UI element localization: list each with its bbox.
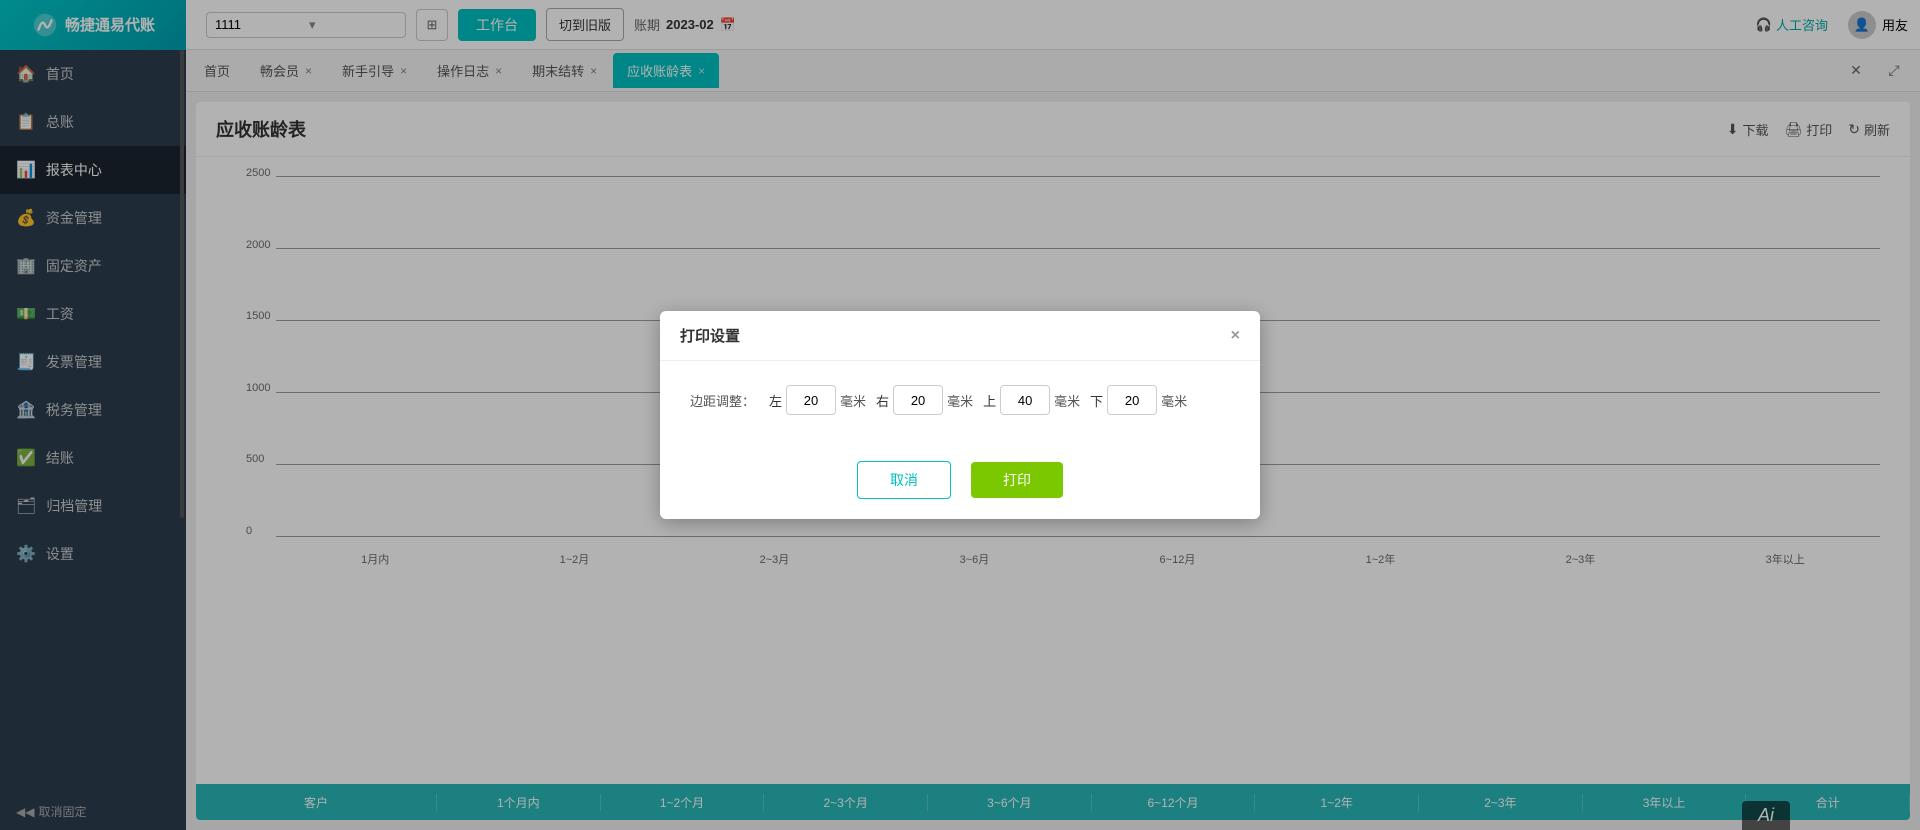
margin-label: 边距调整： [690, 391, 755, 410]
right-unit: 毫米 [947, 391, 973, 410]
print-settings-modal: 打印设置 × 边距调整： 左 毫米 右 毫米 上 毫米 [660, 311, 1260, 519]
bottom-unit: 毫米 [1161, 391, 1187, 410]
bottom-input[interactable] [1107, 385, 1157, 415]
modal-body: 边距调整： 左 毫米 右 毫米 上 毫米 下 [660, 361, 1260, 451]
modal-overlay: 打印设置 × 边距调整： 左 毫米 右 毫米 上 毫米 [0, 0, 1920, 830]
modal-footer: 取消 打印 [660, 451, 1260, 519]
margin-left-group: 左 毫米 [769, 385, 866, 415]
right-input[interactable] [893, 385, 943, 415]
modal-close-button[interactable]: × [1231, 327, 1240, 345]
right-label: 右 [876, 391, 889, 410]
print-confirm-button[interactable]: 打印 [971, 462, 1063, 498]
top-input[interactable] [1000, 385, 1050, 415]
modal-title: 打印设置 [680, 325, 740, 346]
left-label: 左 [769, 391, 782, 410]
margin-top-group: 上 毫米 [983, 385, 1080, 415]
left-unit: 毫米 [840, 391, 866, 410]
modal-header: 打印设置 × [660, 311, 1260, 361]
margin-right-group: 右 毫米 [876, 385, 973, 415]
top-label: 上 [983, 391, 996, 410]
bottom-label: 下 [1090, 391, 1103, 410]
left-input[interactable] [786, 385, 836, 415]
top-unit: 毫米 [1054, 391, 1080, 410]
cancel-button[interactable]: 取消 [857, 461, 951, 499]
margin-row: 边距调整： 左 毫米 右 毫米 上 毫米 下 [690, 385, 1230, 415]
margin-bottom-group: 下 毫米 [1090, 385, 1187, 415]
